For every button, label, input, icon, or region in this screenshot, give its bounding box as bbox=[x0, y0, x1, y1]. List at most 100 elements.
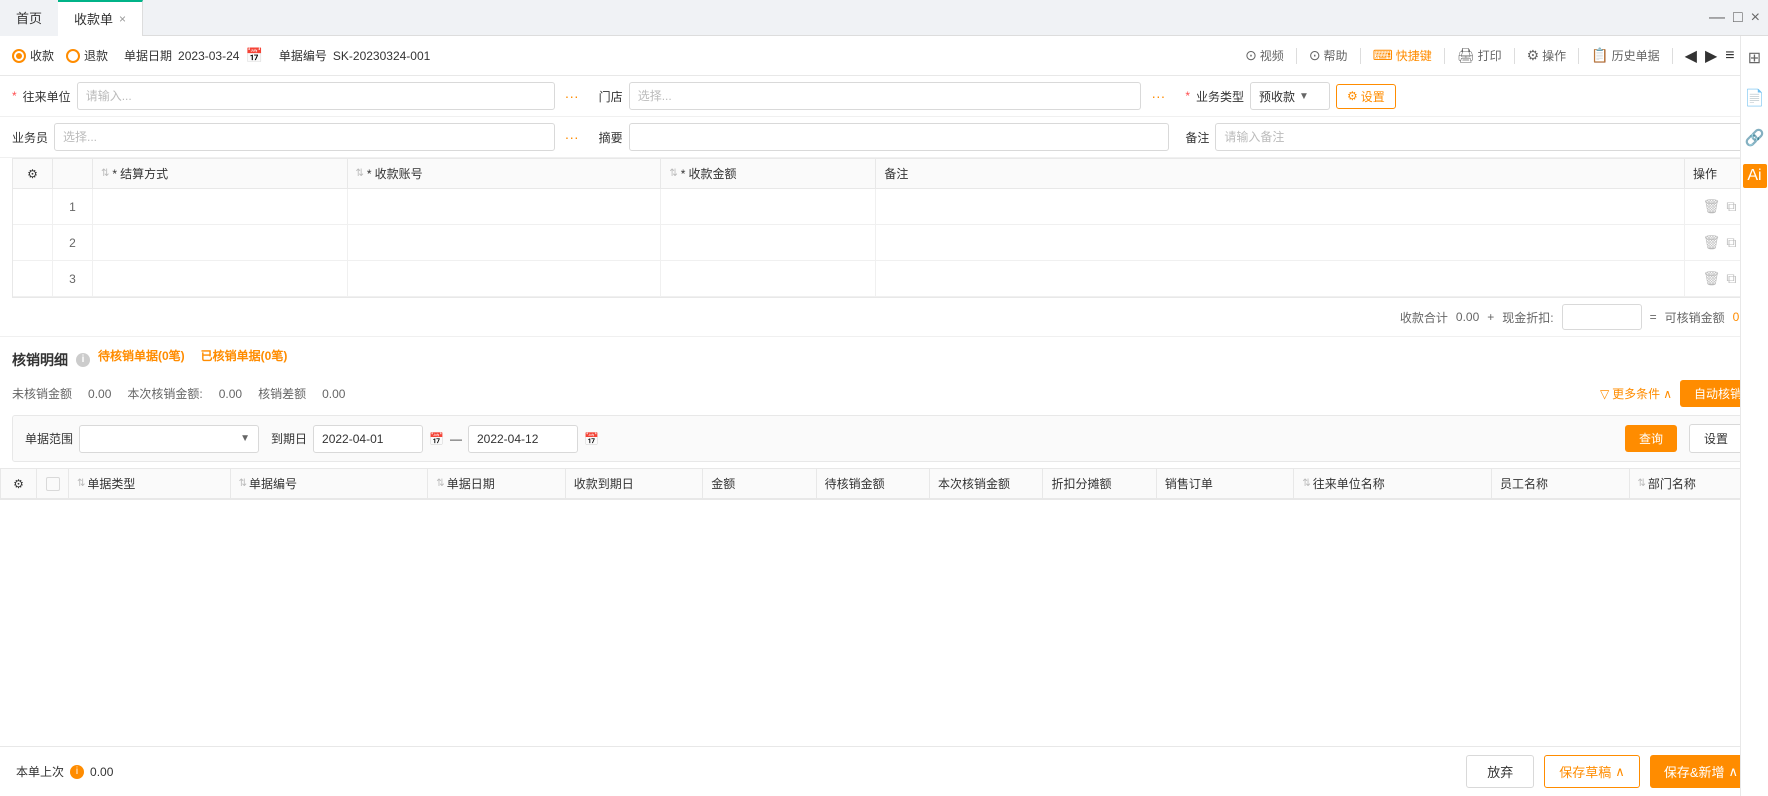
date-field: 单据日期 2023-03-24 📅 bbox=[124, 47, 263, 64]
date-end-input[interactable] bbox=[468, 425, 578, 453]
calendar-icon[interactable]: 📅 bbox=[245, 47, 262, 64]
form-row-2: 业务员 ··· 摘要 备注 bbox=[0, 117, 1768, 158]
td-num-3: 3 bbox=[53, 261, 93, 296]
td-remark-1[interactable] bbox=[876, 189, 1685, 224]
maximize-icon[interactable]: □ bbox=[1733, 9, 1743, 27]
search-settings-btn[interactable]: 设置 bbox=[1689, 424, 1743, 453]
sidebar-ai-icon[interactable]: Ai bbox=[1743, 164, 1767, 188]
business-settings-btn[interactable]: ⚙ 设置 bbox=[1336, 84, 1396, 109]
td-settle-2[interactable] bbox=[93, 225, 348, 260]
chevron-down-icon: ▼ bbox=[1299, 91, 1309, 102]
help-action[interactable]: ⊙ 帮助 bbox=[1309, 47, 1348, 64]
shortcut-label: 快捷键 bbox=[1396, 47, 1432, 64]
verify-info-icon[interactable]: i bbox=[76, 353, 90, 367]
delete-row-1-icon[interactable]: 🗑 bbox=[1703, 198, 1721, 215]
save-label: 保存&新增 bbox=[1664, 762, 1725, 781]
more-conditions-btn[interactable]: ▽ 更多条件 ∧ bbox=[1600, 385, 1672, 402]
chevron-up-icon: ∧ bbox=[1663, 387, 1672, 401]
order-value: 0.00 bbox=[90, 765, 113, 779]
close-window-icon[interactable]: × bbox=[1751, 9, 1760, 27]
footer-info-icon[interactable]: i bbox=[70, 765, 84, 779]
delete-row-3-icon[interactable]: 🗑 bbox=[1703, 270, 1721, 287]
nav-left-icon[interactable]: ◀ bbox=[1685, 46, 1697, 66]
sidebar-link-icon[interactable]: 🔗 bbox=[1741, 124, 1768, 152]
bth-date-label: 单据日期 bbox=[447, 475, 495, 492]
sort-partner-icon[interactable]: ⇅ bbox=[1302, 478, 1310, 489]
summary-input[interactable] bbox=[629, 123, 1170, 151]
sort-icon-amount[interactable]: ⇅ bbox=[669, 168, 677, 179]
pending-tab[interactable]: 待核销单据(0笔) bbox=[98, 347, 185, 364]
store-label: 门店 bbox=[599, 88, 623, 105]
bth-num: ⇅ 单据编号 bbox=[231, 469, 429, 498]
nav-right-icon[interactable]: ▶ bbox=[1705, 46, 1717, 66]
filter-row: ▽ 更多条件 ∧ 自动核销 bbox=[1600, 380, 1756, 407]
sidebar-table-icon[interactable]: ⊞ bbox=[1744, 44, 1765, 72]
discount-label: 现金折扣: bbox=[1502, 309, 1553, 326]
copy-row-2-icon[interactable]: ⧉ bbox=[1726, 234, 1736, 251]
minimize-icon[interactable]: — bbox=[1709, 9, 1725, 27]
discount-input[interactable] bbox=[1562, 304, 1642, 330]
td-settings-2 bbox=[13, 225, 53, 260]
th-settings[interactable]: ⚙ bbox=[13, 159, 53, 188]
receipt-table: ⚙ ⇅ * 结算方式 ⇅ * 收款账号 ⇅ * 收款金额 备注 操作 bbox=[12, 158, 1756, 298]
sort-type-icon[interactable]: ⇅ bbox=[77, 478, 85, 489]
radio-refund[interactable]: 退款 bbox=[66, 47, 108, 64]
radio-receive[interactable]: 收款 bbox=[12, 47, 54, 64]
calendar-end-icon[interactable]: 📅 bbox=[584, 432, 599, 446]
td-remark-2[interactable] bbox=[876, 225, 1685, 260]
notes-input[interactable] bbox=[1215, 123, 1756, 151]
completed-tab[interactable]: 已核销单据(0笔) bbox=[201, 347, 288, 364]
delete-row-2-icon[interactable]: 🗑 bbox=[1703, 234, 1721, 251]
bth-settings[interactable]: ⚙ bbox=[1, 469, 37, 498]
calendar-start-icon[interactable]: 📅 bbox=[429, 432, 444, 446]
staff-input[interactable] bbox=[54, 123, 555, 151]
range-select[interactable]: ▼ bbox=[79, 425, 259, 453]
history-action[interactable]: 📋 历史单据 bbox=[1591, 47, 1659, 64]
order-label: 本单上次 bbox=[16, 763, 64, 780]
date-start-input[interactable] bbox=[313, 425, 423, 453]
td-settle-3[interactable] bbox=[93, 261, 348, 296]
sidebar-doc-icon[interactable]: 📄 bbox=[1741, 84, 1768, 112]
td-amount-1[interactable] bbox=[661, 189, 876, 224]
query-btn[interactable]: 查询 bbox=[1625, 425, 1677, 452]
sort-dept-icon[interactable]: ⇅ bbox=[1638, 478, 1646, 489]
copy-row-3-icon[interactable]: ⧉ bbox=[1726, 270, 1736, 287]
td-account-2[interactable] bbox=[348, 225, 662, 260]
shortcut-action[interactable]: ⌨ 快捷键 bbox=[1373, 47, 1432, 64]
partner-input[interactable] bbox=[77, 82, 555, 110]
tab-receipt[interactable]: 收款单 × bbox=[58, 0, 143, 36]
store-input[interactable] bbox=[629, 82, 1142, 110]
select-all-checkbox[interactable] bbox=[46, 477, 60, 491]
td-amount-2[interactable] bbox=[661, 225, 876, 260]
td-settle-1[interactable] bbox=[93, 189, 348, 224]
sort-num-icon[interactable]: ⇅ bbox=[239, 478, 247, 489]
td-account-3[interactable] bbox=[348, 261, 662, 296]
copy-row-1-icon[interactable]: ⧉ bbox=[1726, 198, 1736, 215]
partner-more-btn[interactable]: ··· bbox=[561, 88, 583, 104]
staff-more-btn[interactable]: ··· bbox=[561, 129, 583, 145]
td-account-1[interactable] bbox=[348, 189, 662, 224]
req-account: * bbox=[367, 167, 372, 181]
tab-close-icon[interactable]: × bbox=[119, 12, 126, 26]
radio-receive-dot bbox=[12, 49, 26, 63]
tab-home[interactable]: 首页 bbox=[0, 0, 58, 36]
td-amount-3[interactable] bbox=[661, 261, 876, 296]
td-remark-3[interactable] bbox=[876, 261, 1685, 296]
operations-action[interactable]: ⚙ 操作 bbox=[1527, 47, 1567, 64]
notes-field: 备注 bbox=[1185, 123, 1756, 151]
business-type-select[interactable]: 预收款 ▼ bbox=[1250, 82, 1330, 110]
store-more-btn[interactable]: ··· bbox=[1147, 88, 1169, 104]
bth-this-label: 本次核销金额 bbox=[938, 475, 1010, 492]
sort-icon-account[interactable]: ⇅ bbox=[356, 168, 364, 179]
print-action[interactable]: 🖨 打印 bbox=[1457, 47, 1502, 64]
th-account-label: 收款账号 bbox=[375, 165, 423, 182]
sort-icon-settle[interactable]: ⇅ bbox=[101, 168, 109, 179]
date-label: 单据日期 bbox=[124, 47, 172, 64]
save-new-btn[interactable]: 保存&新增 ∧ bbox=[1650, 755, 1752, 788]
draft-btn[interactable]: 保存草稿 ∧ bbox=[1544, 755, 1640, 788]
video-action[interactable]: ⊙ 视频 bbox=[1245, 47, 1284, 64]
total-label: 收款合计 bbox=[1400, 309, 1448, 326]
sort-date-icon[interactable]: ⇅ bbox=[436, 478, 444, 489]
list-view-icon[interactable]: ≡ bbox=[1725, 47, 1734, 65]
abandon-btn[interactable]: 放弃 bbox=[1466, 755, 1534, 788]
